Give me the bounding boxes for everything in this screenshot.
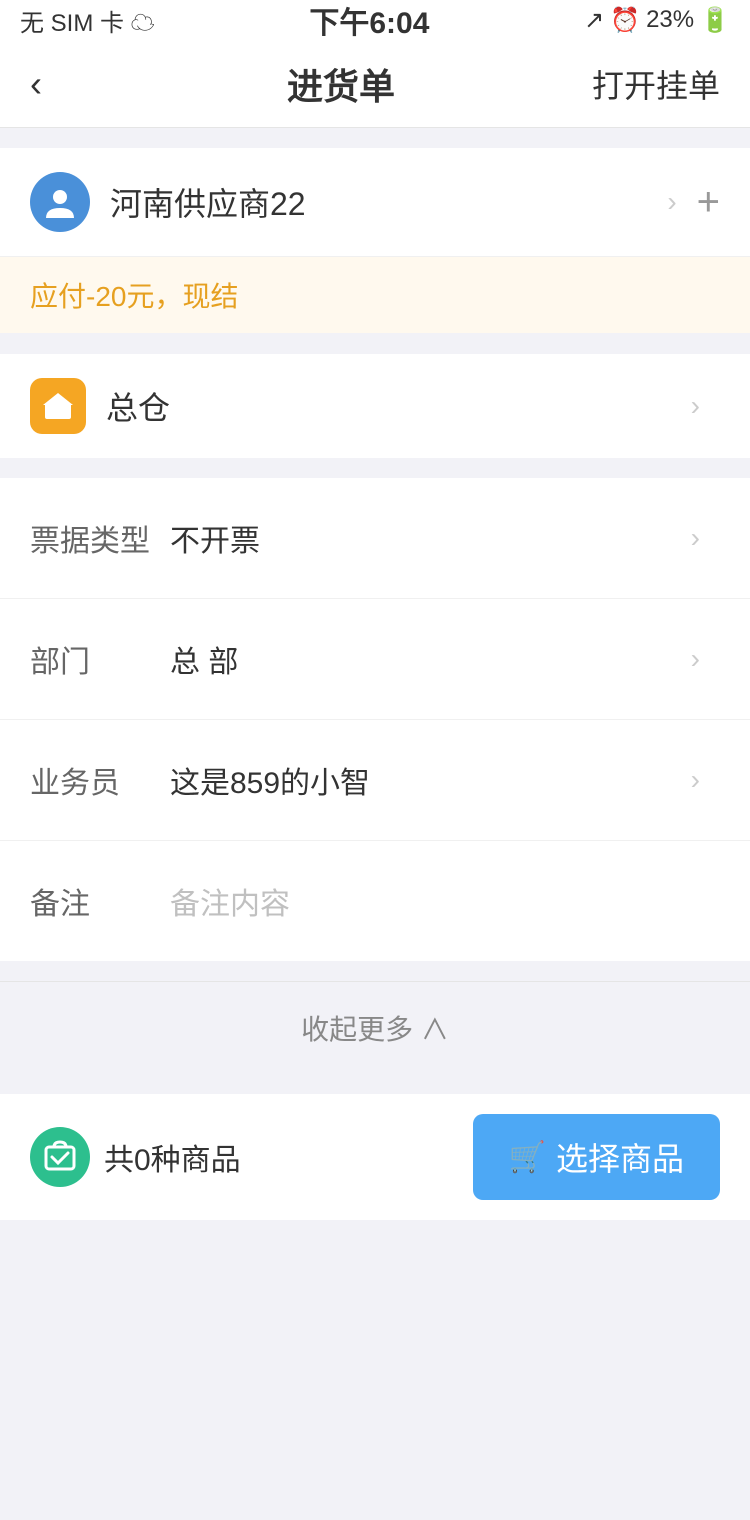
department-label: 部门	[30, 637, 170, 681]
remark-label: 备注	[30, 879, 170, 923]
nav-bar: ‹ 进货单 打开挂单	[0, 40, 750, 128]
add-supplier-button[interactable]: +	[697, 180, 720, 225]
department-row[interactable]: 部门 总 部 ›	[0, 599, 750, 720]
status-bar: 无 SIM 卡 ☁ 下午6:04 ↗ ⏰ 23% 🔋	[0, 0, 750, 40]
warehouse-chevron-icon: ›	[691, 390, 700, 422]
invoice-type-label: 票据类型	[30, 516, 170, 560]
select-product-icon: 🛒	[509, 1140, 546, 1175]
collapse-button[interactable]: 收起更多 ∧	[0, 981, 750, 1074]
staff-chevron-icon: ›	[691, 764, 700, 796]
status-time: 下午6:04	[309, 0, 429, 42]
staff-label: 业务员	[30, 758, 170, 802]
product-count-area: 共0种商品	[30, 1127, 241, 1187]
staff-row[interactable]: 业务员 这是859的小智 ›	[0, 720, 750, 841]
payment-notice: 应付-20元，现结	[0, 257, 750, 334]
battery-level: 23%	[646, 6, 694, 34]
invoice-type-value: 不开票	[170, 516, 691, 560]
remark-row[interactable]: 备注 备注内容	[0, 841, 750, 961]
select-product-button[interactable]: 🛒 选择商品	[473, 1114, 720, 1200]
remark-input[interactable]: 备注内容	[170, 879, 720, 923]
staff-value: 这是859的小智	[170, 758, 691, 802]
supplier-name: 河南供应商22	[110, 179, 667, 225]
open-pending-button[interactable]: 打开挂单	[592, 61, 720, 107]
warehouse-row[interactable]: 总仓 ›	[0, 354, 750, 458]
invoice-chevron-icon: ›	[691, 522, 700, 554]
alarm-icon: ⏰	[610, 6, 640, 35]
form-section: 票据类型 不开票 › 部门 总 部 › 业务员 这是859的小智 › 备注 备注…	[0, 478, 750, 961]
empty-area	[0, 1220, 750, 1520]
product-icon	[30, 1127, 90, 1187]
select-product-label: 选择商品	[556, 1134, 684, 1180]
location-icon: ↗	[584, 6, 604, 35]
supplier-chevron-icon: ›	[667, 186, 676, 218]
department-chevron-icon: ›	[691, 643, 700, 675]
invoice-type-row[interactable]: 票据类型 不开票 ›	[0, 478, 750, 599]
product-count-text: 共0种商品	[104, 1135, 241, 1179]
top-divider	[0, 128, 750, 148]
supplier-avatar	[30, 172, 90, 232]
warehouse-icon	[30, 378, 86, 434]
status-right: ↗ ⏰ 23% 🔋	[584, 6, 730, 35]
status-left: 无 SIM 卡 ☁	[20, 3, 155, 38]
page-title: 进货单	[287, 58, 395, 110]
bottom-bar: 共0种商品 🛒 选择商品	[0, 1094, 750, 1220]
department-value: 总 部	[170, 637, 691, 681]
battery-icon: 🔋	[700, 6, 730, 35]
supplier-row[interactable]: 河南供应商22 › +	[0, 148, 750, 257]
mid-divider1	[0, 334, 750, 354]
back-button[interactable]: ‹	[30, 63, 90, 105]
warehouse-name: 总仓	[106, 383, 691, 429]
sim-status: 无 SIM 卡 ☁	[20, 3, 155, 38]
supplier-card: 河南供应商22 › + 应付-20元，现结	[0, 148, 750, 334]
warehouse-card: 总仓 ›	[0, 354, 750, 458]
